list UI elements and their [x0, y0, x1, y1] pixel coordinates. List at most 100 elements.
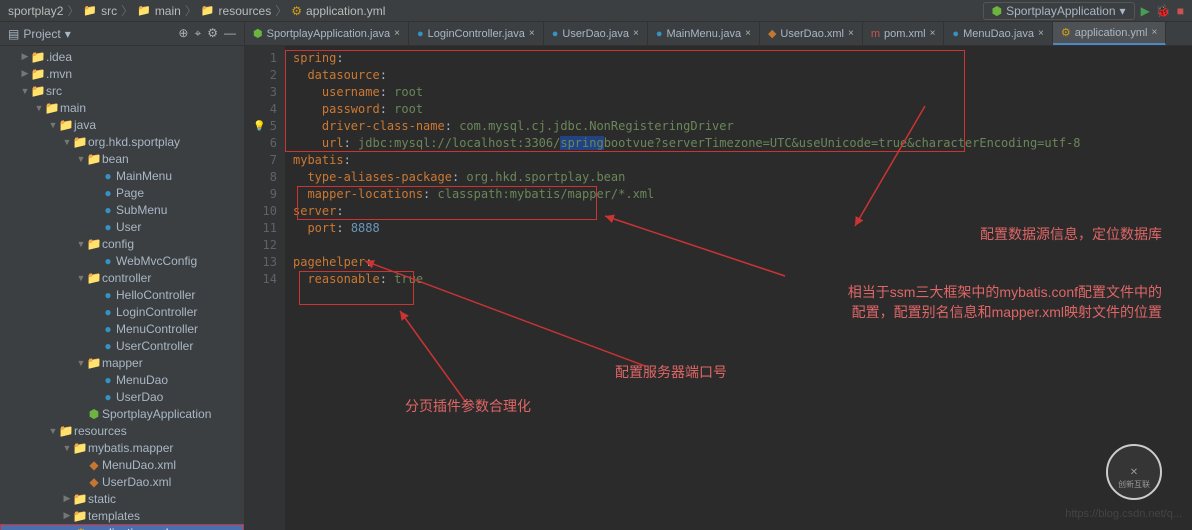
code-line[interactable]	[293, 237, 1192, 254]
tree-item-org-hkd-sportplay[interactable]: ▼📁org.hkd.sportplay	[0, 133, 244, 150]
gutter-line: 11	[245, 220, 277, 237]
tree-item-MenuDao[interactable]: ●MenuDao	[0, 371, 244, 388]
tree-item-UserController[interactable]: ●UserController	[0, 337, 244, 354]
tree-item--idea[interactable]: ▶📁.idea	[0, 48, 244, 65]
editor-tab-MenuDao-java[interactable]: ●MenuDao.java×	[944, 22, 1052, 45]
code-line[interactable]: pagehelper:	[293, 254, 1192, 271]
panel-title: Project	[23, 27, 60, 41]
tree-item-templates[interactable]: ▶📁templates	[0, 507, 244, 524]
tree-item-controller[interactable]: ▼📁controller	[0, 269, 244, 286]
tree-item-MenuController[interactable]: ●MenuController	[0, 320, 244, 337]
project-tree[interactable]: ▶📁.idea▶📁.mvn▼📁src▼📁main▼📁java▼📁org.hkd.…	[0, 46, 244, 530]
tab-close-icon[interactable]: ×	[930, 28, 936, 39]
tree-item-SubMenu[interactable]: ●SubMenu	[0, 201, 244, 218]
tree-item-main[interactable]: ▼📁main	[0, 99, 244, 116]
tree-item-mybatis-mapper[interactable]: ▼📁mybatis.mapper	[0, 439, 244, 456]
tree-item-UserDao[interactable]: ●UserDao	[0, 388, 244, 405]
spring-icon: ⬢	[992, 4, 1002, 18]
panel-icon: ▤	[8, 27, 19, 41]
code-line[interactable]: type-aliases-package: org.hkd.sportplay.…	[293, 169, 1192, 186]
code-line[interactable]: password: root	[293, 101, 1192, 118]
run-config-selector[interactable]: ⬢ SportplayApplication ▾	[983, 2, 1135, 20]
code-line[interactable]: driver-class-name: com.mysql.cj.jdbc.Non…	[293, 118, 1192, 135]
gutter-line: 10	[245, 203, 277, 220]
tree-item-MainMenu[interactable]: ●MainMenu	[0, 167, 244, 184]
debug-button[interactable]: 🐞	[1156, 4, 1171, 18]
tree-item-HelloController[interactable]: ●HelloController	[0, 286, 244, 303]
panel-header: ▤ Project ▾ ⊕ ⌖ ⚙ —	[0, 22, 244, 46]
tree-item-User[interactable]: ●User	[0, 218, 244, 235]
editor-tab-SportplayApplication-java[interactable]: ⬢SportplayApplication.java×	[245, 22, 409, 45]
dropdown-icon[interactable]: ▾	[65, 27, 71, 41]
tree-item-java[interactable]: ▼📁java	[0, 116, 244, 133]
tree-item-UserDao-xml[interactable]: ◆UserDao.xml	[0, 473, 244, 490]
code-line[interactable]: server:	[293, 203, 1192, 220]
dropdown-icon: ▾	[1120, 4, 1126, 18]
tree-item-config[interactable]: ▼📁config	[0, 235, 244, 252]
tree-item--mvn[interactable]: ▶📁.mvn	[0, 65, 244, 82]
gutter-line: 13	[245, 254, 277, 271]
breadcrumb-item[interactable]: ⚙application.yml	[291, 4, 385, 18]
tree-item-LoginController[interactable]: ●LoginController	[0, 303, 244, 320]
tree-item-resources[interactable]: ▼📁resources	[0, 422, 244, 439]
tab-close-icon[interactable]: ×	[1152, 27, 1158, 38]
breadcrumb-item[interactable]: 📁src	[83, 4, 117, 18]
breadcrumb-sep: 〉	[275, 2, 287, 19]
code-line[interactable]: username: root	[293, 84, 1192, 101]
breadcrumb-sep: 〉	[185, 2, 197, 19]
editor-tab-UserDao-java[interactable]: ●UserDao.java×	[544, 22, 648, 45]
tab-close-icon[interactable]: ×	[633, 28, 639, 39]
gutter: 1234567891011121314	[245, 46, 285, 530]
tree-item-mapper[interactable]: ▼📁mapper	[0, 354, 244, 371]
gutter-line: 12	[245, 237, 277, 254]
logo-watermark: ✕创新互联	[1106, 444, 1162, 500]
editor-tab-UserDao-xml[interactable]: ◆UserDao.xml×	[760, 22, 863, 45]
editor-tab-LoginController-java[interactable]: ●LoginController.java×	[409, 22, 544, 45]
gutter-line: 14	[245, 271, 277, 288]
url-watermark: https://blog.csdn.net/q...	[1065, 508, 1182, 520]
tree-item-src[interactable]: ▼📁src	[0, 82, 244, 99]
tree-item-MenuDao-xml[interactable]: ◆MenuDao.xml	[0, 456, 244, 473]
tab-close-icon[interactable]: ×	[848, 28, 854, 39]
breadcrumb-item[interactable]: 📁main	[137, 4, 181, 18]
gutter-line: 2	[245, 67, 277, 84]
code-line[interactable]: mapper-locations: classpath:mybatis/mapp…	[293, 186, 1192, 203]
tree-item-SportplayApplication[interactable]: ⬢SportplayApplication	[0, 405, 244, 422]
tree-item-WebMvcConfig[interactable]: ●WebMvcConfig	[0, 252, 244, 269]
code-line[interactable]: spring:	[293, 50, 1192, 67]
gutter-line: 6	[245, 135, 277, 152]
editor-tab-pom-xml[interactable]: mpom.xml×	[863, 22, 945, 45]
run-button[interactable]: ▶	[1141, 4, 1150, 18]
code-line[interactable]: reasonable: true	[293, 271, 1192, 288]
settings-icon[interactable]: ⚙	[207, 26, 218, 41]
code-line[interactable]: url: jdbc:mysql://localhost:3306/springb…	[293, 135, 1192, 152]
gutter-line: 5	[245, 118, 277, 135]
collapse-icon[interactable]: ⊕	[178, 26, 188, 41]
gutter-line: 7	[245, 152, 277, 169]
code-line[interactable]: datasource:	[293, 67, 1192, 84]
code-line[interactable]: port: 8888	[293, 220, 1192, 237]
breadcrumb-item[interactable]: sportplay2	[8, 4, 63, 18]
tree-item-application-yml[interactable]: ⚙application.yml	[0, 524, 244, 530]
breadcrumb-sep: 〉	[121, 2, 133, 19]
tree-item-static[interactable]: ▶📁static	[0, 490, 244, 507]
stop-button[interactable]: ■	[1177, 4, 1184, 18]
gutter-line: 8	[245, 169, 277, 186]
editor-tab-application-yml[interactable]: ⚙application.yml×	[1053, 22, 1166, 45]
breadcrumb-sep: 〉	[67, 2, 79, 19]
code-line[interactable]: mybatis:	[293, 152, 1192, 169]
code-content[interactable]: spring: datasource: username: root passw…	[285, 46, 1192, 530]
tab-close-icon[interactable]: ×	[529, 28, 535, 39]
editor-tab-MainMenu-java[interactable]: ●MainMenu.java×	[648, 22, 760, 45]
tab-close-icon[interactable]: ×	[745, 28, 751, 39]
hide-icon[interactable]: —	[224, 26, 236, 41]
select-opened-icon[interactable]: ⌖	[194, 26, 201, 41]
code-area[interactable]: 1234567891011121314 spring: datasource: …	[245, 46, 1192, 530]
tree-item-Page[interactable]: ●Page	[0, 184, 244, 201]
tab-close-icon[interactable]: ×	[394, 28, 400, 39]
tree-item-bean[interactable]: ▼📁bean	[0, 150, 244, 167]
gutter-line: 9	[245, 186, 277, 203]
run-toolbar: ⬢ SportplayApplication ▾ ▶ 🐞 ■	[983, 2, 1184, 20]
breadcrumb-item[interactable]: 📁resources	[201, 4, 271, 18]
tab-close-icon[interactable]: ×	[1038, 28, 1044, 39]
